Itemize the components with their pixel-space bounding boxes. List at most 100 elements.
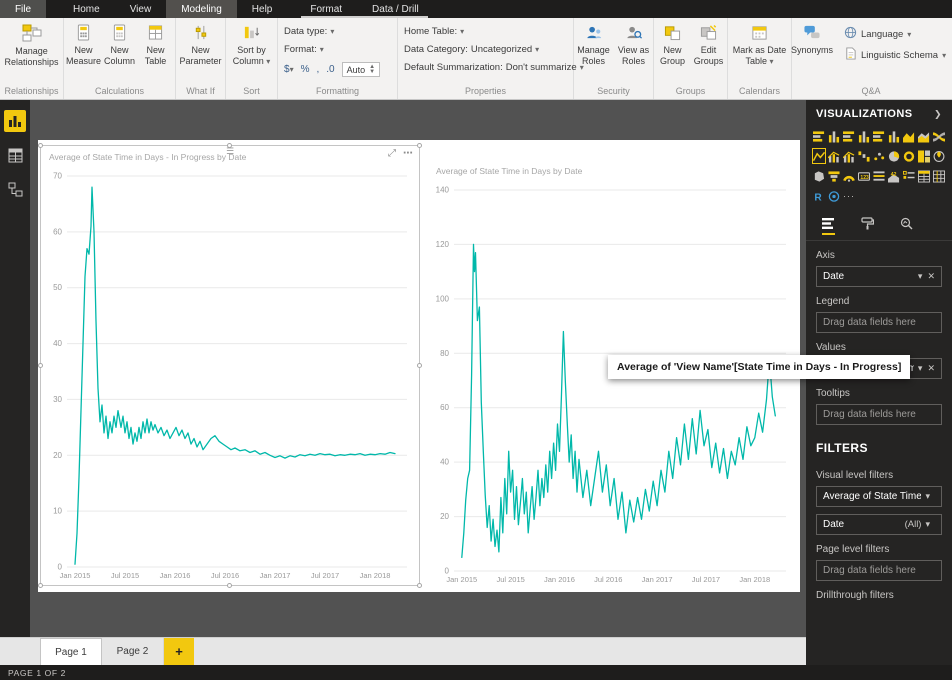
visual-icon-area[interactable]	[902, 128, 916, 144]
resize-handle[interactable]	[38, 583, 43, 588]
data-view-button[interactable]	[4, 144, 26, 166]
home-table-dropdown[interactable]: Home Table:	[404, 24, 464, 39]
chevron-down-icon[interactable]	[921, 519, 935, 530]
legend-field-well[interactable]: Drag data fields here	[816, 312, 942, 333]
visual-icon-line-clustered-column[interactable]	[842, 148, 856, 164]
visual-icon-filled-map[interactable]	[812, 168, 826, 184]
new-parameter-button[interactable]: New Parameter	[179, 22, 223, 66]
file-menu-button[interactable]: File	[0, 0, 46, 18]
visual-icon-arcgis-map[interactable]	[827, 188, 841, 204]
tab-format[interactable]	[861, 217, 874, 235]
tab-format[interactable]: Format	[295, 0, 357, 18]
visual-icon-stacked-column[interactable]	[827, 128, 841, 144]
visual-icon-line-stacked-column[interactable]	[827, 148, 841, 164]
visual-icon-clustered-column[interactable]	[857, 128, 871, 144]
linguistic-schema-dropdown[interactable]: Linguistic Schema	[844, 47, 946, 63]
visual-icon-scatter[interactable]	[872, 148, 886, 164]
resize-handle[interactable]	[38, 362, 43, 368]
ribbon-group-calendars: Mark as Date Table Calendars	[728, 18, 792, 99]
visual-icon-matrix[interactable]	[932, 168, 946, 184]
visual-icon-100-stacked-column[interactable]	[887, 128, 901, 144]
visual-icon-kpi[interactable]: 42	[887, 168, 901, 184]
visual-icon-more[interactable]: ···	[842, 188, 856, 204]
resize-handle[interactable]	[417, 583, 422, 588]
visual-more-options-icon[interactable]	[403, 148, 413, 160]
page-tab-page-2[interactable]: Page 2	[102, 638, 164, 665]
new-group-button[interactable]: New Group	[656, 22, 690, 66]
tab-help[interactable]: Help	[237, 0, 288, 18]
new-measure-button[interactable]: New Measure	[66, 22, 101, 66]
visual-icon-donut[interactable]	[902, 148, 916, 164]
new-column-button[interactable]: New Column	[103, 22, 137, 66]
tab-fields[interactable]	[822, 217, 835, 235]
resize-handle[interactable]	[417, 143, 422, 148]
synonyms-button[interactable]: Synonyms	[791, 22, 833, 56]
tooltips-field-well[interactable]: Drag data fields here	[816, 404, 942, 425]
visual-line-chart-in-progress[interactable]: Average of State Time in Days - In Progr…	[38, 143, 422, 588]
resize-handle[interactable]	[227, 583, 232, 588]
visual-icon-stacked-area[interactable]	[917, 128, 931, 144]
remove-field-icon[interactable]	[927, 271, 935, 282]
chevron-down-icon[interactable]	[914, 363, 928, 374]
format-dropdown[interactable]: Format:	[284, 42, 324, 57]
visual-icon-gauge[interactable]	[842, 168, 856, 184]
visual-icon-slicer[interactable]	[902, 168, 916, 184]
manage-roles-button[interactable]: Manage Roles	[575, 22, 613, 66]
percent-format-button[interactable]: %	[301, 64, 310, 75]
sort-by-column-button[interactable]: Sort by Column	[230, 22, 274, 66]
visual-icon-card[interactable]: 123	[857, 168, 871, 184]
line-chart-plot-area[interactable]: 0 10 20 30 40 50 60 70 Jan 2015 Jul 2015 Jan 2016 J…	[43, 168, 417, 583]
visual-icon-r-script[interactable]: R	[812, 188, 826, 204]
new-page-button[interactable]	[164, 638, 194, 665]
manage-relationships-button[interactable]: Manage Relationships	[4, 22, 60, 67]
page-level-filters-well[interactable]: Drag data fields here	[816, 560, 942, 581]
collapse-pane-icon[interactable]	[934, 108, 942, 120]
view-as-roles-button[interactable]: View as Roles	[615, 22, 653, 66]
visual-icon-funnel[interactable]	[827, 168, 841, 184]
axis-field-well[interactable]: Date	[816, 266, 942, 287]
data-type-dropdown[interactable]: Data type:	[284, 24, 334, 39]
currency-format-button[interactable]: $	[284, 64, 294, 75]
filter-date[interactable]: Date (All)	[816, 514, 942, 535]
new-table-button[interactable]: New Table	[139, 22, 173, 66]
visual-icon-ribbon-chart[interactable]	[932, 128, 946, 144]
tab-view[interactable]: View	[115, 0, 167, 18]
report-view-button[interactable]	[4, 110, 26, 132]
default-summarization-dropdown[interactable]: Default Summarization: Don't summarize	[404, 60, 584, 75]
data-category-dropdown[interactable]: Data Category: Uncategorized	[404, 42, 539, 57]
model-view-button[interactable]	[4, 178, 26, 200]
chevron-down-icon[interactable]	[914, 271, 928, 282]
remove-field-icon[interactable]	[927, 363, 935, 374]
visual-icon-clustered-bar[interactable]	[842, 128, 856, 144]
resize-handle[interactable]	[227, 143, 232, 148]
spinner-arrows-icon[interactable]: ▲ ▼	[369, 64, 375, 75]
visual-icon-stacked-bar[interactable]	[812, 128, 826, 144]
mark-as-date-table-button[interactable]: Mark as Date Table	[730, 22, 790, 66]
tab-home[interactable]: Home	[58, 0, 115, 18]
visual-icon-line[interactable]	[812, 148, 826, 164]
resize-handle[interactable]	[417, 362, 422, 368]
visual-icon-multi-row-card[interactable]	[872, 168, 886, 184]
tab-analytics[interactable]	[900, 217, 913, 235]
tab-data-drill[interactable]: Data / Drill	[357, 0, 434, 18]
decimal-places-spinner[interactable]: Auto ▲ ▼	[341, 62, 381, 77]
chevron-down-icon[interactable]	[921, 491, 935, 502]
visual-icon-map[interactable]	[932, 148, 946, 164]
tab-modeling[interactable]: Modeling	[166, 0, 237, 18]
edit-groups-button[interactable]: Edit Groups	[692, 22, 726, 66]
decimal-places-button[interactable]: .0	[326, 64, 334, 75]
visual-icon-treemap[interactable]	[917, 148, 931, 164]
visual-icon-table[interactable]	[917, 168, 931, 184]
focus-mode-icon[interactable]	[388, 148, 396, 160]
line-chart-plot-area[interactable]: 0 20 40 60 80 100 120 140 Jan 2015 Jul 2015 Jan 20…	[430, 182, 796, 587]
visual-icon-waterfall[interactable]	[857, 148, 871, 164]
visual-icon-100-stacked-bar[interactable]	[872, 128, 886, 144]
filter-average-state-time[interactable]: Average of State Time in ...	[816, 486, 942, 507]
thousands-separator-button[interactable]: ,	[316, 64, 319, 75]
resize-handle[interactable]	[38, 143, 43, 148]
language-dropdown[interactable]: Language	[844, 26, 946, 42]
ribbon-group-properties: Home Table: Data Category:Uncategorized …	[398, 18, 577, 99]
visual-icon-pie[interactable]	[887, 148, 901, 164]
drillthrough-filters-label: Drillthrough filters	[816, 590, 894, 601]
page-tab-page-1[interactable]: Page 1	[40, 638, 102, 665]
